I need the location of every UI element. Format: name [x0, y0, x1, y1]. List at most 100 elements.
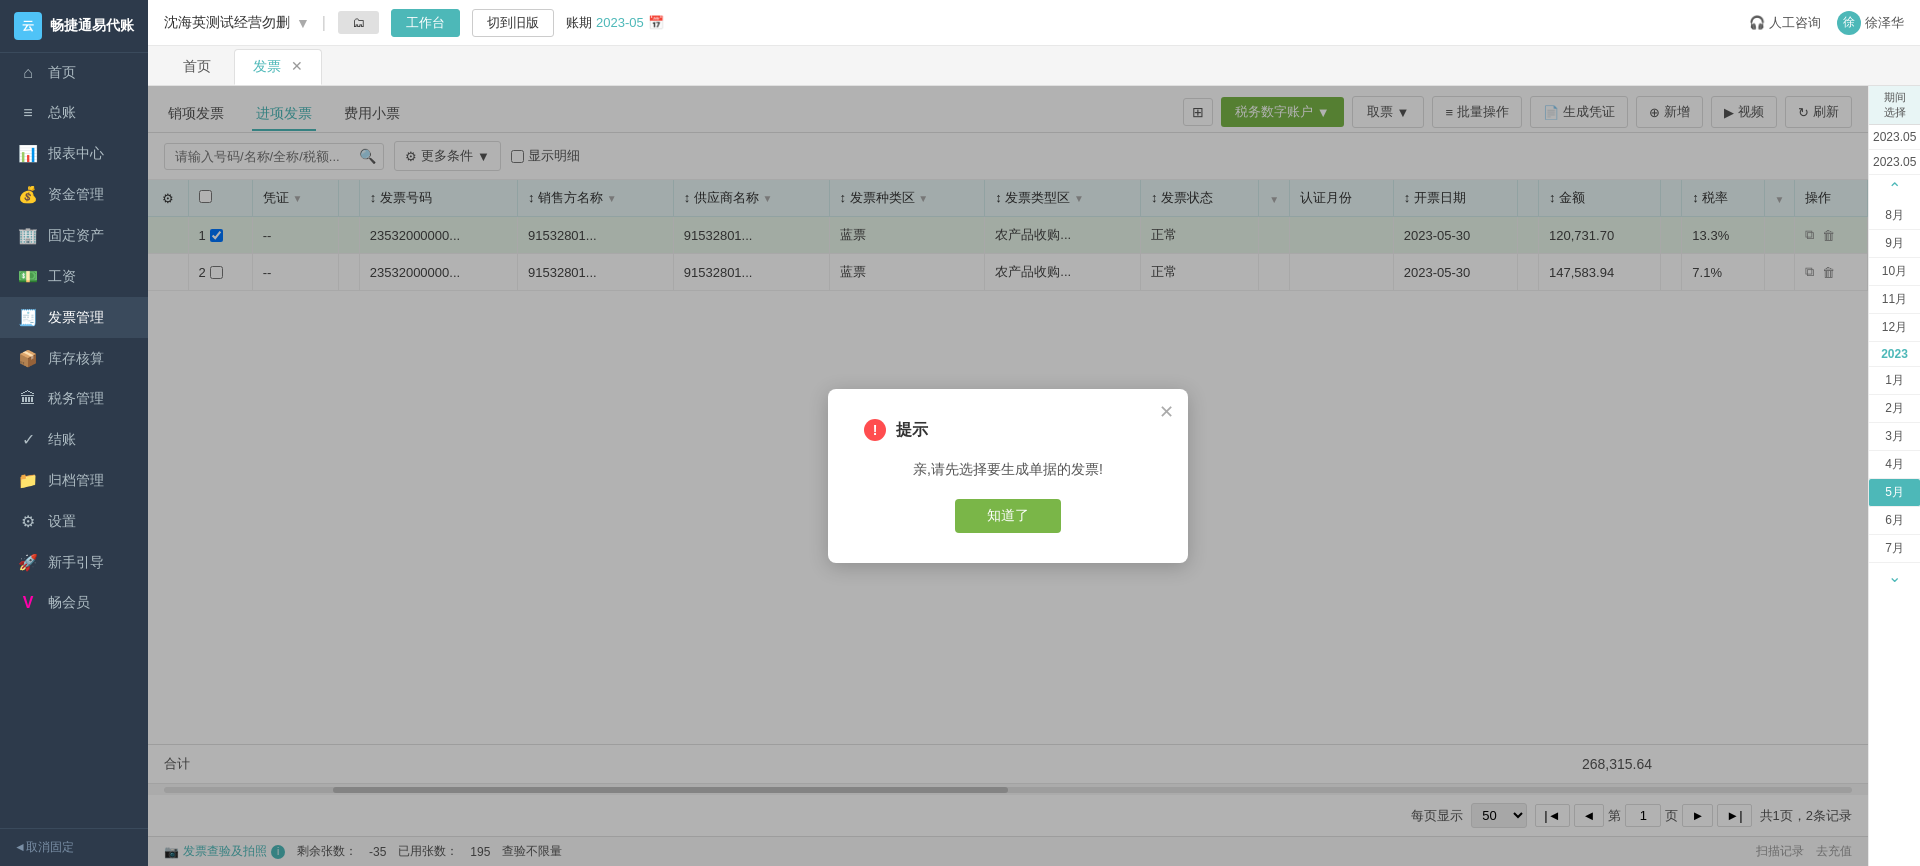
sidebar-label-inventory: 库存核算	[48, 350, 104, 368]
sidebar-item-archive[interactable]: 📁 归档管理	[0, 460, 148, 501]
sidebar-item-inventory[interactable]: 📦 库存核算	[0, 338, 148, 379]
sidebar-label-salary: 工资	[48, 268, 76, 286]
tab-close-icon[interactable]: ✕	[291, 58, 303, 74]
chevron-down-icon: ▼	[296, 15, 310, 31]
inventory-icon: 📦	[18, 349, 38, 368]
modal-title: 提示	[896, 420, 928, 441]
settings-icon: ⚙	[18, 512, 38, 531]
sidebar-label-invoice: 发票管理	[48, 309, 104, 327]
calendar-icon[interactable]: 📅	[648, 15, 664, 30]
headset-icon: 🎧	[1749, 15, 1765, 30]
period-item-4[interactable]: 4月	[1869, 451, 1920, 479]
service-label: 人工咨询	[1769, 14, 1821, 32]
sidebar-label-assets: 固定资产	[48, 227, 104, 245]
period-item-2023-05-top[interactable]: 2023.05	[1869, 125, 1920, 150]
sidebar-item-salary[interactable]: 💵 工资	[0, 256, 148, 297]
period-item-9[interactable]: 9月	[1869, 230, 1920, 258]
period-item-12[interactable]: 12月	[1869, 314, 1920, 342]
period-header: 期间 选择	[1869, 86, 1920, 125]
member-icon: V	[18, 594, 38, 612]
period-item-5[interactable]: 5月	[1869, 479, 1920, 507]
period-item-2[interactable]: 2月	[1869, 395, 1920, 423]
sidebar-label-closing: 结账	[48, 431, 76, 449]
company-name: 沈海英测试经营勿删	[164, 14, 290, 32]
sidebar-item-settings[interactable]: ⚙ 设置	[0, 501, 148, 542]
switch-version-button[interactable]: 切到旧版	[472, 9, 554, 37]
app-logo: 云 畅捷通易代账	[0, 0, 148, 53]
salary-icon: 💵	[18, 267, 38, 286]
guide-icon: 🚀	[18, 553, 38, 572]
period-selector: 期间 选择 2023.05 2023.05 ⌃ 8月 9月 10月 11月 12…	[1868, 86, 1920, 866]
period-expand-up[interactable]: ⌃	[1869, 175, 1920, 202]
period-value: 2023-05	[596, 15, 644, 30]
modal-title-row: ! 提示	[864, 419, 928, 441]
topbar: 沈海英测试经营勿删 ▼ | 🗂 工作台 切到旧版 账期 2023-05 📅 🎧 …	[148, 0, 1920, 46]
user-avatar-icon: 徐	[1837, 11, 1861, 35]
capital-icon: 💰	[18, 185, 38, 204]
sidebar-label-tax: 税务管理	[48, 390, 104, 408]
sidebar-item-guide[interactable]: 🚀 新手引导	[0, 542, 148, 583]
period-item-6[interactable]: 6月	[1869, 507, 1920, 535]
sidebar-item-report[interactable]: 📊 报表中心	[0, 133, 148, 174]
sidebar-item-invoice[interactable]: 🧾 发票管理	[0, 297, 148, 338]
assets-icon: 🏢	[18, 226, 38, 245]
sidebar-item-closing[interactable]: ✓ 结账	[0, 419, 148, 460]
workspace-label: 工作台	[406, 15, 445, 30]
period-display: 账期 2023-05 📅	[566, 14, 664, 32]
user-menu[interactable]: 徐 徐泽华	[1837, 11, 1904, 35]
tab-invoice[interactable]: 发票 ✕	[234, 49, 322, 85]
period-header-label: 期间	[1884, 91, 1906, 103]
sidebar-label-settings: 设置	[48, 513, 76, 531]
sidebar-item-tax[interactable]: 🏛 税务管理	[0, 379, 148, 419]
period-expand-down[interactable]: ⌄	[1869, 563, 1920, 590]
company-selector[interactable]: 沈海英测试经营勿删 ▼	[164, 14, 310, 32]
tab-invoice-label: 发票	[253, 58, 281, 74]
topbar-right: 🎧 人工咨询 徐 徐泽华	[1749, 11, 1904, 35]
period-item-2023[interactable]: 2023	[1869, 342, 1920, 367]
sidebar-item-member[interactable]: V 畅会员	[0, 583, 148, 623]
period-item-2023-05-b[interactable]: 2023.05	[1869, 150, 1920, 175]
modal-close-button[interactable]: ✕	[1159, 401, 1174, 423]
period-label: 账期	[566, 14, 592, 32]
logo-icon: 云	[14, 12, 42, 40]
service-btn[interactable]: 🎧 人工咨询	[1749, 14, 1821, 32]
tab-home[interactable]: 首页	[164, 49, 230, 85]
tab-home-label: 首页	[183, 58, 211, 74]
modal-overlay: ! 提示 亲,请先选择要生成单据的发票! 知道了 ✕	[148, 86, 1868, 866]
divider1: |	[322, 14, 326, 32]
warning-icon: !	[864, 419, 886, 441]
unpin-button[interactable]: ◄取消固定	[0, 828, 148, 866]
sidebar-label-ledger: 总账	[48, 104, 76, 122]
sidebar-label-home: 首页	[48, 64, 76, 82]
period-item-7[interactable]: 7月	[1869, 535, 1920, 563]
modal-dialog: ! 提示 亲,请先选择要生成单据的发票! 知道了 ✕	[828, 389, 1188, 563]
modal-ok-button[interactable]: 知道了	[955, 499, 1061, 533]
main-content: 沈海英测试经营勿删 ▼ | 🗂 工作台 切到旧版 账期 2023-05 📅 🎧 …	[148, 0, 1920, 866]
archive-btn-icon: 🗂	[352, 15, 365, 30]
sidebar-label-member: 畅会员	[48, 594, 90, 612]
sidebar-item-ledger[interactable]: ≡ 总账	[0, 93, 148, 133]
sidebar-label-capital: 资金管理	[48, 186, 104, 204]
archive-icon-btn[interactable]: 🗂	[338, 11, 379, 34]
sidebar-label-report: 报表中心	[48, 145, 104, 163]
period-header-label2: 选择	[1884, 106, 1906, 118]
period-item-10[interactable]: 10月	[1869, 258, 1920, 286]
sidebar-item-home[interactable]: ⌂ 首页	[0, 53, 148, 93]
switch-label: 切到旧版	[487, 15, 539, 30]
unpin-label: ◄取消固定	[14, 839, 74, 856]
invoice-icon: 🧾	[18, 308, 38, 327]
ok-label: 知道了	[987, 507, 1029, 523]
sidebar-item-capital[interactable]: 💰 资金管理	[0, 174, 148, 215]
modal-message: 亲,请先选择要生成单据的发票!	[913, 461, 1103, 479]
tabbar: 首页 发票 ✕	[148, 46, 1920, 86]
period-item-3[interactable]: 3月	[1869, 423, 1920, 451]
period-item-11[interactable]: 11月	[1869, 286, 1920, 314]
workspace-button[interactable]: 工作台	[391, 9, 460, 37]
period-item-1[interactable]: 1月	[1869, 367, 1920, 395]
ledger-icon: ≡	[18, 104, 38, 122]
home-icon: ⌂	[18, 64, 38, 82]
page-content: 销项发票 进项发票 费用小票 ⊞ 税务数字账户 ▼	[148, 86, 1920, 866]
report-icon: 📊	[18, 144, 38, 163]
period-item-8[interactable]: 8月	[1869, 202, 1920, 230]
sidebar-item-assets[interactable]: 🏢 固定资产	[0, 215, 148, 256]
